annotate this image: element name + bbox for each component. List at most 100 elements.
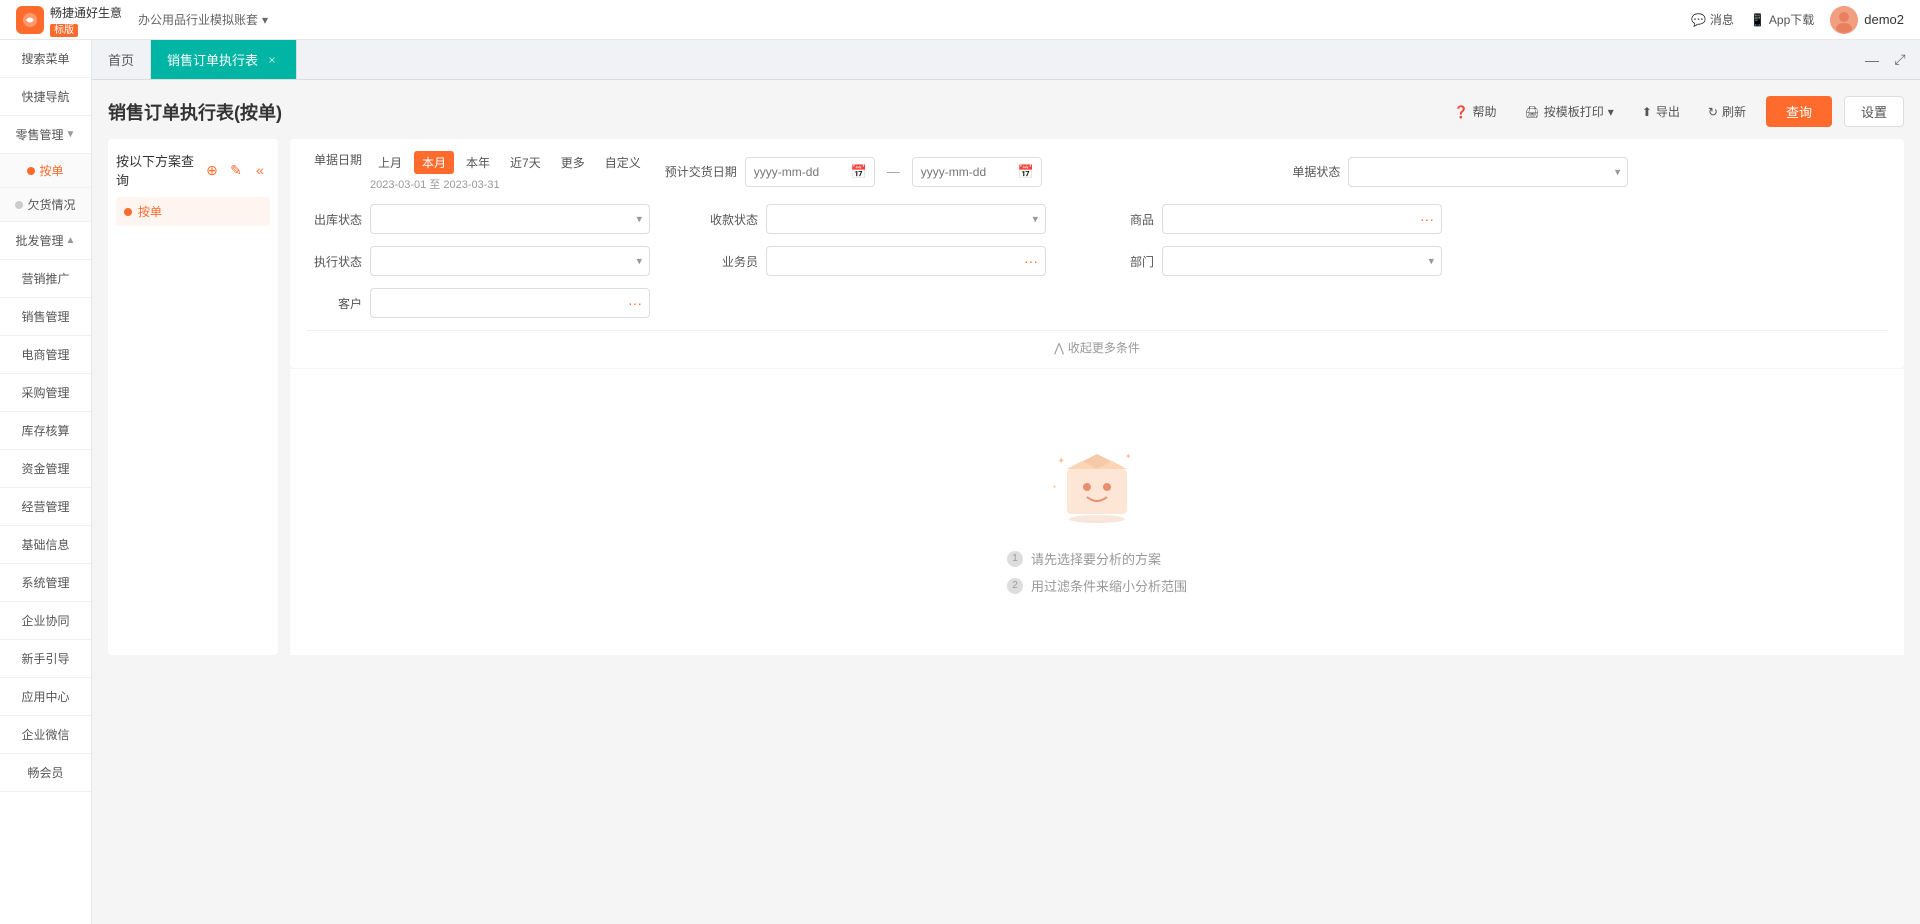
date-tab-this-year[interactable]: 本年: [458, 151, 498, 174]
date-tab-7days[interactable]: 近7天: [502, 151, 549, 174]
edit-scheme-btn[interactable]: ✎: [226, 160, 246, 180]
sidebar-item-newbie[interactable]: 新手引导: [0, 640, 91, 678]
query-button[interactable]: 查询: [1766, 96, 1832, 127]
empty-illustration: ✦ ✦ ✦: [1047, 429, 1147, 529]
staff-input-wrap: ···: [766, 246, 1046, 276]
date-tab-custom[interactable]: 自定义: [597, 151, 649, 174]
help-btn[interactable]: ❓ 帮助: [1446, 99, 1505, 124]
collapse-row: ⋀ 收起更多条件: [306, 330, 1888, 356]
tab-maximize-btn[interactable]: ⤢: [1888, 48, 1912, 72]
dept-group: 部门: [1098, 246, 1888, 276]
goods-input[interactable]: [1162, 204, 1442, 234]
status-select[interactable]: [1348, 157, 1628, 187]
execstatus-group: 执行状态: [306, 246, 686, 276]
dept-select[interactable]: [1162, 246, 1442, 276]
add-scheme-btn[interactable]: ⊕: [202, 160, 222, 180]
dept-select-wrap: [1162, 246, 1442, 276]
expected-date-from[interactable]: [745, 157, 875, 187]
scheme-panel: 按以下方案查询 ⊕ ✎ «: [108, 139, 278, 655]
svg-text:✦: ✦: [1125, 452, 1132, 461]
receive-label: 收款状态: [702, 211, 758, 228]
date-tab-more[interactable]: 更多: [553, 151, 593, 174]
expected-date-to[interactable]: [912, 157, 1042, 187]
logo-icon: [16, 6, 44, 34]
date-tab-this-month[interactable]: 本月: [414, 151, 454, 174]
print-template-btn[interactable]: 🖨 按模板打印 ▾: [1517, 99, 1622, 124]
collapse-icon: «: [256, 162, 264, 178]
industry-selector[interactable]: 办公用品行业模拟账套 ▾: [130, 9, 276, 30]
user-info[interactable]: demo2: [1830, 6, 1904, 34]
filter-main: 单据日期 上月 本月 本年 近7天 更多: [290, 139, 1904, 655]
sidebar-item-finance[interactable]: 资金管理: [0, 450, 91, 488]
svg-text:✦: ✦: [1052, 484, 1057, 491]
svg-text:✦: ✦: [1057, 456, 1065, 467]
message-btn[interactable]: 💬 消息: [1691, 11, 1734, 28]
empty-hint-2: 2 用过滤条件来缩小分析范围: [1007, 576, 1187, 595]
sidebar-item-appcenter[interactable]: 应用中心: [0, 678, 91, 716]
date-label: 单据日期: [306, 151, 362, 168]
date-tabs: 上月 本月 本年 近7天 更多 自定义: [370, 151, 649, 174]
date-tab-last-month[interactable]: 上月: [370, 151, 410, 174]
sidebar-item-basicinfo[interactable]: 基础信息: [0, 526, 91, 564]
username-label: demo2: [1864, 12, 1904, 27]
goods-input-wrap: ···: [1162, 204, 1442, 234]
main-content-wrap: 按以下方案查询 ⊕ ✎ «: [108, 139, 1904, 655]
outstatus-group: 出库状态: [306, 204, 686, 234]
sidebar-item-marketing[interactable]: 营销推广: [0, 260, 91, 298]
sidebar-sub-item-按单[interactable]: 按单: [0, 154, 91, 188]
execstatus-select-wrap: [370, 246, 650, 276]
sidebar-item-wechat[interactable]: 企业微信: [0, 716, 91, 754]
collapse-scheme-btn[interactable]: «: [250, 160, 270, 180]
customer-input[interactable]: [370, 288, 650, 318]
staff-dots-icon[interactable]: ···: [1024, 253, 1038, 269]
hint-num-2: 2: [1007, 578, 1023, 594]
sidebar-item-purchase[interactable]: 采购管理: [0, 374, 91, 412]
settings-button[interactable]: 设置: [1844, 96, 1904, 127]
sidebar-item-operations[interactable]: 经营管理: [0, 488, 91, 526]
filter-body: 单据日期 上月 本月 本年 近7天 更多: [290, 139, 1904, 368]
date-range-hint: 2023-03-01 至 2023-03-31: [370, 176, 649, 192]
goods-dots-icon[interactable]: ···: [1420, 211, 1434, 227]
sidebar-item-inventory[interactable]: 库存核算: [0, 412, 91, 450]
message-icon: 💬: [1691, 13, 1706, 27]
app-download-btn[interactable]: 📱 App下载: [1750, 11, 1814, 28]
customer-label: 客户: [306, 295, 362, 312]
status-select-wrap: [1348, 157, 1628, 187]
export-btn[interactable]: ⬆ 导出: [1634, 99, 1688, 124]
sidebar: 搜索菜单 快捷导航 零售管理 ▼ 按单 欠货情况 批发管理 ▲ 营销推广 销售管…: [0, 40, 92, 924]
execstatus-select[interactable]: [370, 246, 650, 276]
receive-select[interactable]: [766, 204, 1046, 234]
staff-label: 业务员: [702, 253, 758, 270]
empty-state-content: ✦ ✦ ✦ 1 请先选择要分析的方案: [310, 429, 1884, 595]
sidebar-item-wholesale[interactable]: 批发管理 ▲: [0, 222, 91, 260]
sidebar-item-ecommerce[interactable]: 电商管理: [0, 336, 91, 374]
sidebar-sub-item-欠货情况[interactable]: 欠货情况: [0, 188, 91, 222]
sidebar-item-cooperation[interactable]: 企业协同: [0, 602, 91, 640]
sidebar-item-sales[interactable]: 销售管理: [0, 298, 91, 336]
receive-select-wrap: [766, 204, 1046, 234]
outstatus-select[interactable]: [370, 204, 650, 234]
tab-home[interactable]: 首页: [92, 40, 151, 79]
hint-text-1: 请先选择要分析的方案: [1031, 549, 1161, 568]
sidebar-item-system[interactable]: 系统管理: [0, 564, 91, 602]
sidebar-item-search[interactable]: 搜索菜单: [0, 40, 91, 78]
logo-area: 畅捷通好生意 标版: [16, 4, 122, 36]
filter-row-4: 客户 ···: [306, 288, 1888, 318]
sidebar-item-quicknav[interactable]: 快捷导航: [0, 78, 91, 116]
refresh-btn[interactable]: ↻ 刷新: [1700, 99, 1754, 124]
version-tag: 标版: [50, 24, 78, 37]
tab-active[interactable]: 销售订单执行表 ×: [151, 40, 297, 79]
expand-icon: ▲: [66, 235, 76, 246]
staff-group: 业务员 ···: [702, 246, 1082, 276]
scheme-item-按单[interactable]: 按单: [116, 197, 270, 226]
collapse-btn[interactable]: ⋀ 收起更多条件: [1054, 339, 1140, 356]
customer-dots-icon[interactable]: ···: [628, 295, 642, 311]
date-tabs-wrap: 上月 本月 本年 近7天 更多 自定义 2023-03-01 至 20: [370, 151, 649, 192]
tab-close-icon[interactable]: ×: [264, 52, 280, 68]
staff-input[interactable]: [766, 246, 1046, 276]
sidebar-item-retail[interactable]: 零售管理 ▼: [0, 116, 91, 154]
sidebar-item-member[interactable]: 畅会员: [0, 754, 91, 792]
scheme-header: 按以下方案查询 ⊕ ✎ «: [116, 151, 270, 189]
expected-date-to-wrap: 📅: [912, 157, 1042, 187]
tab-minimize-btn[interactable]: —: [1860, 48, 1884, 72]
